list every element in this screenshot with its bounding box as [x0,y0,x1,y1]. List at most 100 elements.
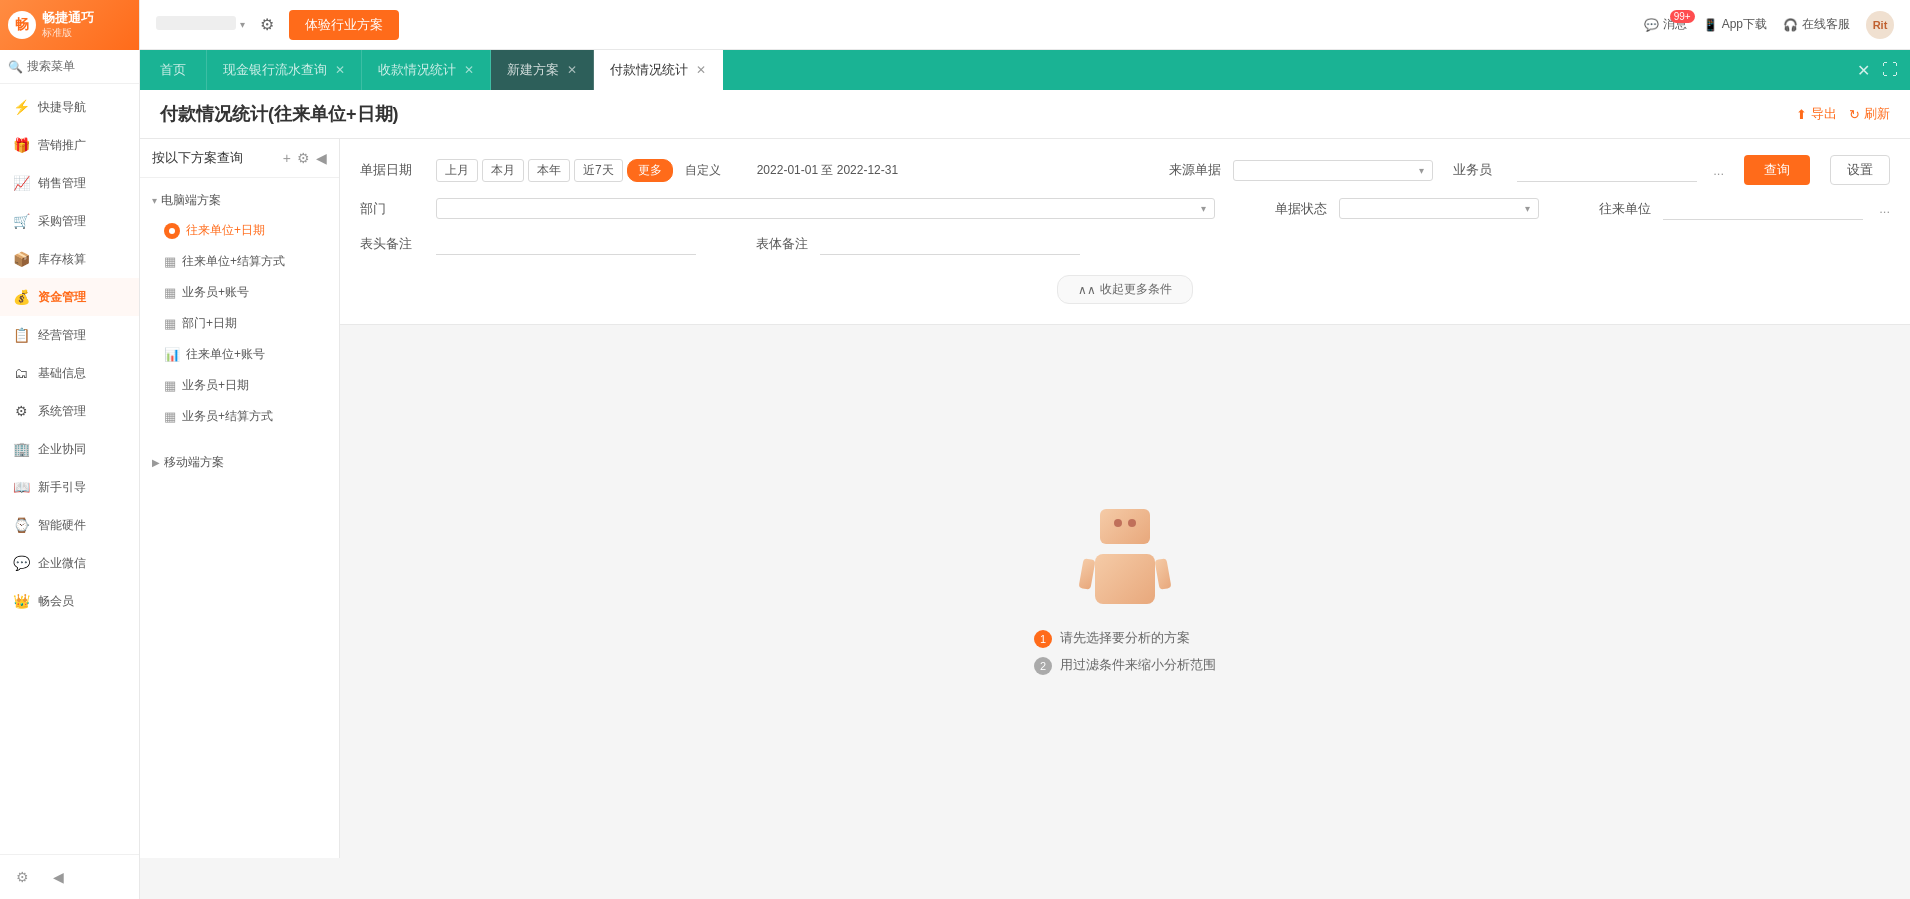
collapse-sidebar-button[interactable]: ◀ [44,863,72,891]
sales-icon: 📈 [12,174,30,192]
setting-button[interactable]: 设置 [1830,155,1890,185]
partner-input[interactable] [1663,197,1863,220]
sidebar-item-system[interactable]: ⚙ 系统管理 [0,392,139,430]
tip-number-2: 2 [1034,657,1052,675]
salesman-input[interactable] [1517,159,1697,182]
message-action[interactable]: 💬 消息 99+ [1644,16,1687,33]
topbar-gear-button[interactable]: ⚙ [253,11,281,39]
sidebar-item-sales[interactable]: 📈 销售管理 [0,164,139,202]
query-button[interactable]: 查询 [1744,155,1810,185]
scheme-item-partner-settlement[interactable]: ▦ 往来单位+结算方式 [140,246,339,277]
account-selector[interactable]: ▾ [156,16,245,33]
tab-new-scheme[interactable]: 新建方案 ✕ [491,50,594,90]
scheme-item-salesman-account[interactable]: ▦ 业务员+账号 [140,277,339,308]
header-note-input[interactable] [436,232,696,255]
tab-payment-stats-close[interactable]: ✕ [696,63,706,77]
partner-filter-label: 往来单位 [1599,200,1655,218]
salesman-dots[interactable]: ... [1713,163,1724,178]
sidebar-item-inventory[interactable]: 📦 库存核算 [0,240,139,278]
refresh-button[interactable]: ↻ 刷新 [1849,105,1890,123]
scheme-collapse-button[interactable]: ◀ [316,150,327,166]
sidebar-logo-area: 畅捷通巧 标准版 [42,10,94,40]
scheme-item-partner-account[interactable]: 📊 往来单位+账号 [140,339,339,370]
sidebar-item-quick-nav[interactable]: ⚡ 快捷导航 [0,88,139,126]
source-select[interactable]: ▾ [1233,160,1433,181]
enterprise-icon: 🏢 [12,440,30,458]
expand-tab-btn[interactable]: ⛶ [1878,57,1902,83]
scheme-group-mobile-header[interactable]: ▶ 移动端方案 [140,448,339,477]
tab-new-scheme-close[interactable]: ✕ [567,63,577,77]
scheme-group-desktop-header[interactable]: ▾ 电脑端方案 [140,186,339,215]
sidebar-item-purchase[interactable]: 🛒 采购管理 [0,202,139,240]
sidebar-item-basic[interactable]: 🗂 基础信息 [0,354,139,392]
tab-home-label: 首页 [160,61,186,79]
dept-select[interactable]: ▾ [436,198,1215,219]
sidebar-item-guide[interactable]: 📖 新手引导 [0,468,139,506]
scheme-item-salesman-settlement[interactable]: ▦ 业务员+结算方式 [140,401,339,432]
last-7-btn[interactable]: 近7天 [574,159,623,182]
voucher-status-select[interactable]: ▾ [1339,198,1539,219]
this-month-btn[interactable]: 本月 [482,159,524,182]
scheme-add-button[interactable]: + [283,150,291,166]
sidebar-item-member[interactable]: 👑 畅会员 [0,582,139,620]
guide-icon: 📖 [12,478,30,496]
scheme-setting-button[interactable]: ⚙ [297,150,310,166]
empty-state: 1 请先选择要分析的方案 2 用过滤条件来缩小分析范围 [340,325,1910,858]
sidebar-item-enterprise[interactable]: 🏢 企业协同 [0,430,139,468]
industry-btn[interactable]: 体验行业方案 [289,10,399,40]
app-download-icon: 📱 [1703,18,1718,32]
system-icon: ⚙ [12,402,30,420]
collapse-conditions-button[interactable]: ∧∧ 收起更多条件 [1057,275,1193,304]
tab-receivable-label: 收款情况统计 [378,61,456,79]
body-note-input[interactable] [820,232,1080,255]
tab-home[interactable]: 首页 [140,50,207,90]
topbar: ▾ ⚙ 体验行业方案 💬 消息 99+ 📱 App下载 🎧 在线客服 [140,0,1910,50]
topbar-left: ▾ ⚙ 体验行业方案 [156,10,1632,40]
main-area: ▾ ⚙ 体验行业方案 💬 消息 99+ 📱 App下载 🎧 在线客服 [140,0,1910,899]
scheme-panel: 按以下方案查询 + ⚙ ◀ ▾ 电脑端方案 [140,139,340,858]
sidebar-item-label: 新手引导 [38,479,86,496]
partner-dots[interactable]: ... [1879,201,1890,216]
tip-text-1: 请先选择要分析的方案 [1060,629,1190,647]
sidebar-footer: ⚙ ◀ [0,854,139,899]
scheme-item-partner-date[interactable]: 往来单位+日期 [140,215,339,246]
sidebar-item-hardware[interactable]: ⌚ 智能硬件 [0,506,139,544]
online-service-action[interactable]: 🎧 在线客服 [1783,16,1850,33]
export-button[interactable]: ⬆ 导出 [1796,105,1837,123]
settings-footer-button[interactable]: ⚙ [8,863,36,891]
tab-cash-flow[interactable]: 现金银行流水查询 ✕ [207,50,362,90]
sidebar-item-finance[interactable]: 💰 资金管理 [0,278,139,316]
tab-cash-flow-close[interactable]: ✕ [335,63,345,77]
scheme-item-salesman-date[interactable]: ▦ 业务员+日期 [140,370,339,401]
robot-eye-right [1128,519,1136,527]
robot-head [1100,509,1150,544]
main-content: 付款情况统计(往来单位+日期) ⬆ 导出 ↻ 刷新 按以下方案查询 [140,90,1910,899]
sidebar: 畅 畅捷通巧 标准版 🔍 搜索菜单 ⚡ 快捷导航 🎁 营销推广 📈 销售管理 [0,0,140,899]
scheme-item-salesman-settlement-label: 业务员+结算方式 [182,408,273,425]
sidebar-item-marketing[interactable]: 🎁 营销推广 [0,126,139,164]
more-btn[interactable]: 更多 [627,159,673,182]
voucher-status-arrow: ▾ [1525,203,1530,214]
close-tab-btn[interactable]: ✕ [1853,57,1874,84]
tab-new-scheme-label: 新建方案 [507,61,559,79]
tab-receivable-close[interactable]: ✕ [464,63,474,77]
source-label: 来源单据 [1169,161,1225,179]
sidebar-search[interactable]: 🔍 搜索菜单 [0,50,139,84]
collapse-row: ∧∧ 收起更多条件 [360,267,1890,308]
empty-tip-2: 2 用过滤条件来缩小分析范围 [1034,656,1216,675]
sidebar-item-business[interactable]: 📋 经营管理 [0,316,139,354]
salesman-label: 业务员 [1453,161,1509,179]
last-month-btn[interactable]: 上月 [436,159,478,182]
salesman-settlement-icon: ▦ [164,409,176,424]
scheme-item-dept-date[interactable]: ▦ 部门+日期 [140,308,339,339]
this-year-btn[interactable]: 本年 [528,159,570,182]
voucher-status-cell: 单据状态 ▾ [1275,198,1539,219]
sidebar-nav: ⚡ 快捷导航 🎁 营销推广 📈 销售管理 🛒 采购管理 📦 库存核算 💰 [0,84,139,854]
sidebar-item-wechat[interactable]: 💬 企业微信 [0,544,139,582]
header-note-label: 表头备注 [360,235,416,253]
app-download-action[interactable]: 📱 App下载 [1703,16,1767,33]
user-avatar[interactable]: Rit [1866,11,1894,39]
tab-receivable[interactable]: 收款情况统计 ✕ [362,50,491,90]
tab-payment-stats[interactable]: 付款情况统计 ✕ [594,50,723,90]
sidebar-item-label: 采购管理 [38,213,86,230]
